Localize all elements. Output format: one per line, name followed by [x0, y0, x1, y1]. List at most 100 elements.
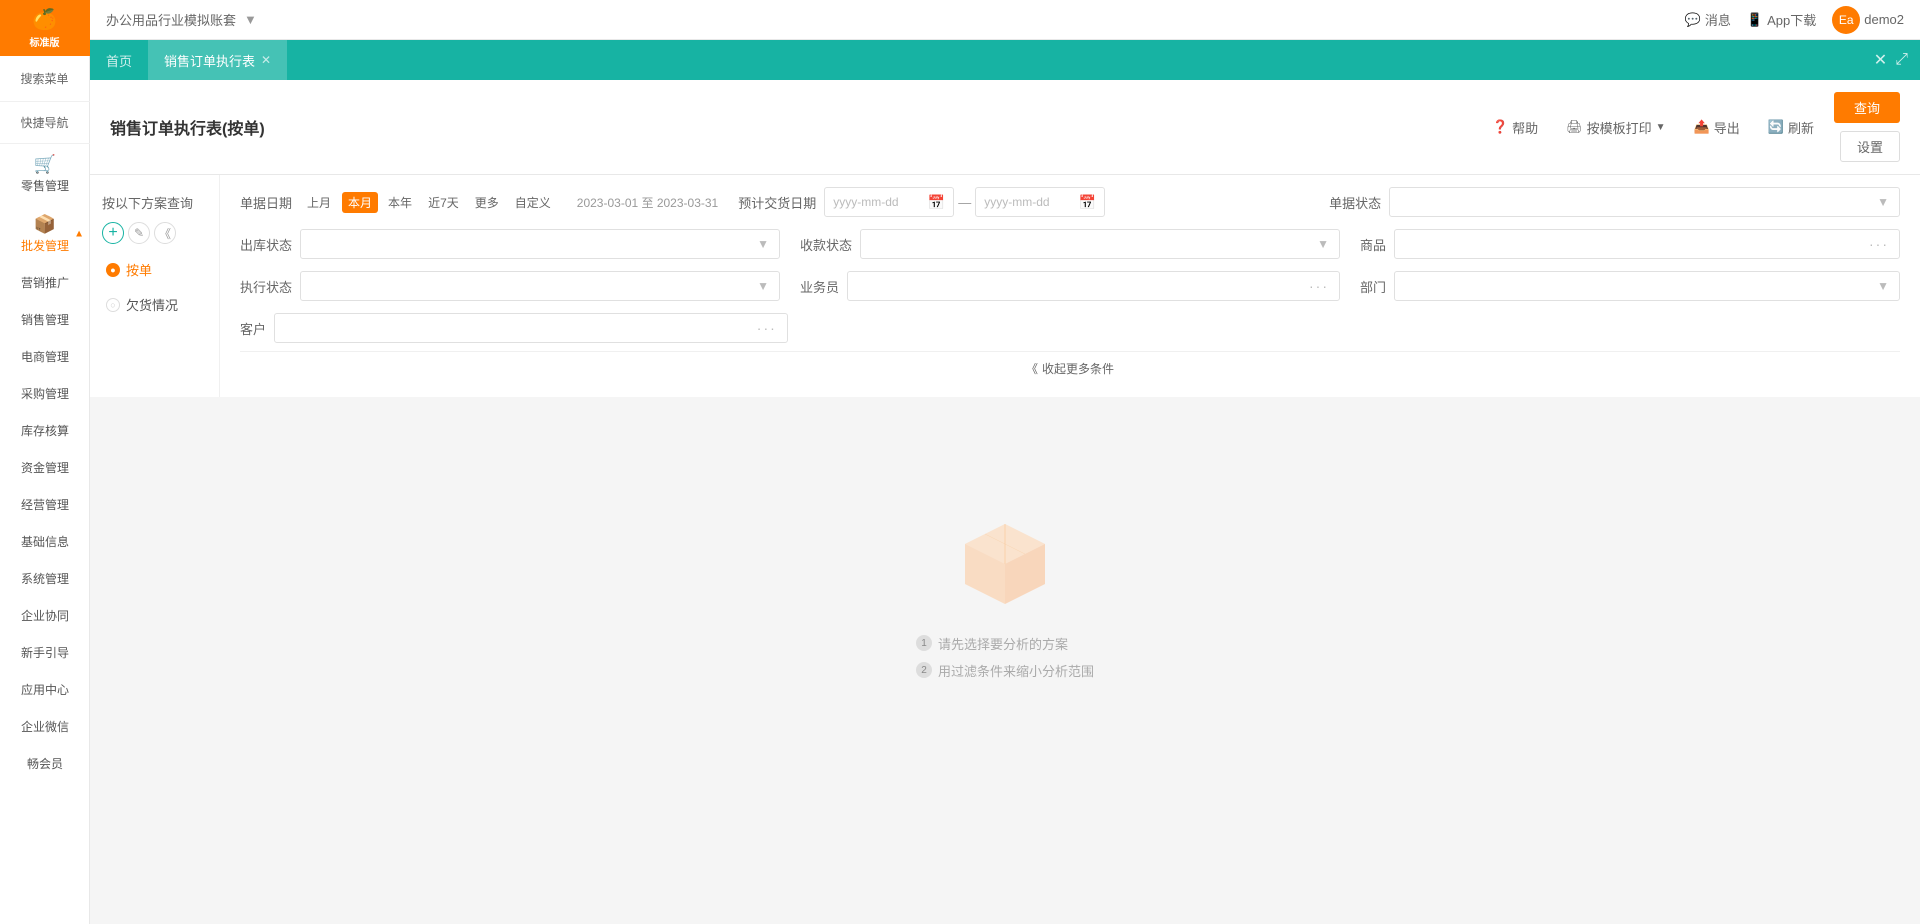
customer-label: 客户	[240, 319, 266, 338]
sidebar-item-wxwork[interactable]: 企业微信	[0, 708, 89, 745]
sidebar-item-appstore[interactable]: 应用中心	[0, 671, 89, 708]
step1-icon: 1	[916, 635, 932, 651]
sidebar-item-appstore-label: 应用中心	[21, 681, 69, 698]
scheme-add-btn[interactable]: +	[102, 222, 124, 244]
quick-nav-label: 快捷导航	[20, 108, 68, 137]
sidebar-item-wholesale[interactable]: 📦 批发管理 ▲	[0, 204, 89, 264]
scheme-header: 按以下方案查询	[90, 187, 219, 218]
sidebar-item-basic-label: 基础信息	[21, 533, 69, 550]
export-label: 导出	[1714, 118, 1740, 137]
quick-nav-container[interactable]: 快捷导航	[0, 102, 90, 144]
out-status-group: 出库状态 ▼	[240, 229, 780, 259]
salesperson-group: 业务员 ···	[800, 271, 1340, 301]
date-range-text: 2023-03-01 至 2023-03-31	[577, 194, 718, 211]
settings-button[interactable]: 设置	[1840, 131, 1900, 162]
bill-status-label: 单据状态	[1329, 193, 1381, 212]
filter-body-wrapper: 按以下方案查询 + ✎ 《 ● 按单 ○ 欠货情况	[90, 175, 1920, 397]
print-btn[interactable]: 🖨 按模板打印 ▼	[1558, 114, 1673, 141]
salesperson-more-icon: ···	[1309, 278, 1329, 294]
goods-input[interactable]: ···	[1394, 229, 1900, 259]
sidebar-item-finance[interactable]: 资金管理	[0, 449, 89, 486]
sub-item-arrears-dot: ○	[110, 300, 115, 310]
help-btn[interactable]: ❓ 帮助	[1484, 114, 1546, 141]
sidebar-item-ecommerce-label: 电商管理	[21, 348, 69, 365]
date-tab-custom[interactable]: 自定义	[509, 192, 557, 213]
tab-sales-table-label: 销售订单执行表	[164, 51, 255, 70]
logo: 🍊 标准版	[0, 0, 90, 56]
sidebar-item-inventory[interactable]: 库存核算	[0, 412, 89, 449]
customer-more-icon: ···	[757, 320, 777, 336]
sidebar-item-wxwork-label: 企业微信	[21, 718, 69, 735]
tab-expand-btn[interactable]: ⤢	[1895, 51, 1908, 69]
expected-date-end[interactable]: yyyy-mm-dd 📅	[975, 187, 1105, 217]
tab-home[interactable]: 首页	[90, 40, 148, 80]
export-btn[interactable]: 📤 导出	[1686, 114, 1748, 141]
sidebar-item-ecommerce[interactable]: 电商管理	[0, 338, 89, 375]
sidebar-item-operation-label: 经营管理	[21, 496, 69, 513]
receive-status-group: 收款状态 ▼	[800, 229, 1340, 259]
bill-status-select[interactable]: ▼	[1389, 187, 1900, 217]
date-tab-thismonth[interactable]: 本月	[342, 192, 378, 213]
message-icon: 💬	[1685, 12, 1701, 28]
topbar-dropdown-icon[interactable]: ▼	[244, 12, 257, 27]
messages-btn[interactable]: 💬 消息	[1685, 10, 1731, 29]
sub-item-byorder[interactable]: ● 按单	[90, 252, 219, 287]
collapse-btn[interactable]: 《 收起更多条件	[1026, 360, 1114, 377]
download-icon: 📱	[1747, 12, 1763, 28]
sidebar-item-purchase[interactable]: 采购管理	[0, 375, 89, 412]
refresh-btn[interactable]: 🔄 刷新	[1760, 114, 1822, 141]
sidebar-item-marketing[interactable]: 营销推广	[0, 264, 89, 301]
refresh-label: 刷新	[1788, 118, 1814, 137]
search-menu-container[interactable]: 搜索菜单	[0, 56, 90, 102]
query-button[interactable]: 查询	[1834, 92, 1900, 123]
sidebar: 🍊 标准版 搜索菜单 快捷导航 🛒 零售管理 📦 批发管理 ▲ 营销推广 销售管…	[0, 0, 90, 924]
sidebar-item-operation[interactable]: 经营管理	[0, 486, 89, 523]
expected-date-start[interactable]: yyyy-mm-dd 📅	[824, 187, 954, 217]
receive-status-select[interactable]: ▼	[860, 229, 1340, 259]
tab-close-window-btn[interactable]: ✕	[1874, 50, 1887, 70]
sidebar-item-retail[interactable]: 🛒 零售管理	[0, 144, 89, 204]
sidebar-item-newbie-label: 新手引导	[21, 644, 69, 661]
scheme-collapse-btn[interactable]: 《	[154, 222, 176, 244]
avatar-text: Ea	[1839, 13, 1854, 27]
sidebar-item-sales[interactable]: 销售管理	[0, 301, 89, 338]
scheme-edit-btn[interactable]: ✎	[128, 222, 150, 244]
sidebar-item-finance-label: 资金管理	[21, 459, 69, 476]
expected-date-end-placeholder: yyyy-mm-dd	[984, 195, 1049, 209]
filter-row-3: 执行状态 ▼ 业务员 ··· 部门	[240, 271, 1900, 301]
sub-item-arrears-label: 欠货情况	[126, 295, 178, 314]
content-area: 销售订单执行表(按单) ❓ 帮助 🖨 按模板打印 ▼ 📤 导出 🔄 刷新	[90, 80, 1920, 924]
topbar-left: 办公用品行业模拟账套 ▼	[106, 10, 257, 29]
sidebar-item-newbie[interactable]: 新手引导	[0, 634, 89, 671]
main-area: 办公用品行业模拟账套 ▼ 💬 消息 📱 App下载 Ea demo2 首页	[90, 0, 1920, 924]
empty-text-container: 1 请先选择要分析的方案 2 用过滤条件来缩小分析范围	[916, 634, 1094, 680]
date-tab-last7[interactable]: 近7天	[422, 192, 465, 213]
filter-row-2: 出库状态 ▼ 收款状态 ▼ 商品	[240, 229, 1900, 259]
salesperson-input[interactable]: ···	[847, 271, 1340, 301]
sidebar-item-inventory-label: 库存核算	[21, 422, 69, 439]
scheme-label: 按以下方案查询	[102, 193, 193, 212]
date-field-label: 单据日期	[240, 193, 292, 212]
sidebar-item-enterprise[interactable]: 企业协同	[0, 597, 89, 634]
page-header: 销售订单执行表(按单) ❓ 帮助 🖨 按模板打印 ▼ 📤 导出 🔄 刷新	[90, 80, 1920, 175]
tab-home-label: 首页	[106, 51, 132, 70]
help-icon: ❓	[1492, 119, 1508, 135]
empty-text-line1: 1 请先选择要分析的方案	[916, 634, 1094, 653]
date-tab-more[interactable]: 更多	[469, 192, 505, 213]
sidebar-item-system[interactable]: 系统管理	[0, 560, 89, 597]
app-download-btn[interactable]: 📱 App下载	[1747, 10, 1816, 29]
user-info[interactable]: Ea demo2	[1832, 6, 1904, 34]
dept-select[interactable]: ▼	[1394, 271, 1900, 301]
exec-status-select[interactable]: ▼	[300, 271, 780, 301]
sub-item-byorder-icon: ●	[106, 263, 120, 277]
sub-item-arrears[interactable]: ○ 欠货情况	[90, 287, 219, 322]
date-tab-lastmonth[interactable]: 上月	[300, 191, 338, 214]
tab-close-icon[interactable]: ✕	[261, 53, 271, 67]
topbar: 办公用品行业模拟账套 ▼ 💬 消息 📱 App下载 Ea demo2	[90, 0, 1920, 40]
out-status-select[interactable]: ▼	[300, 229, 780, 259]
customer-input[interactable]: ···	[274, 313, 788, 343]
sidebar-item-member[interactable]: 畅会员	[0, 745, 89, 782]
sidebar-item-basic[interactable]: 基础信息	[0, 523, 89, 560]
date-tab-thisyear[interactable]: 本年	[382, 192, 418, 213]
tab-sales-table[interactable]: 销售订单执行表 ✕	[148, 40, 287, 80]
